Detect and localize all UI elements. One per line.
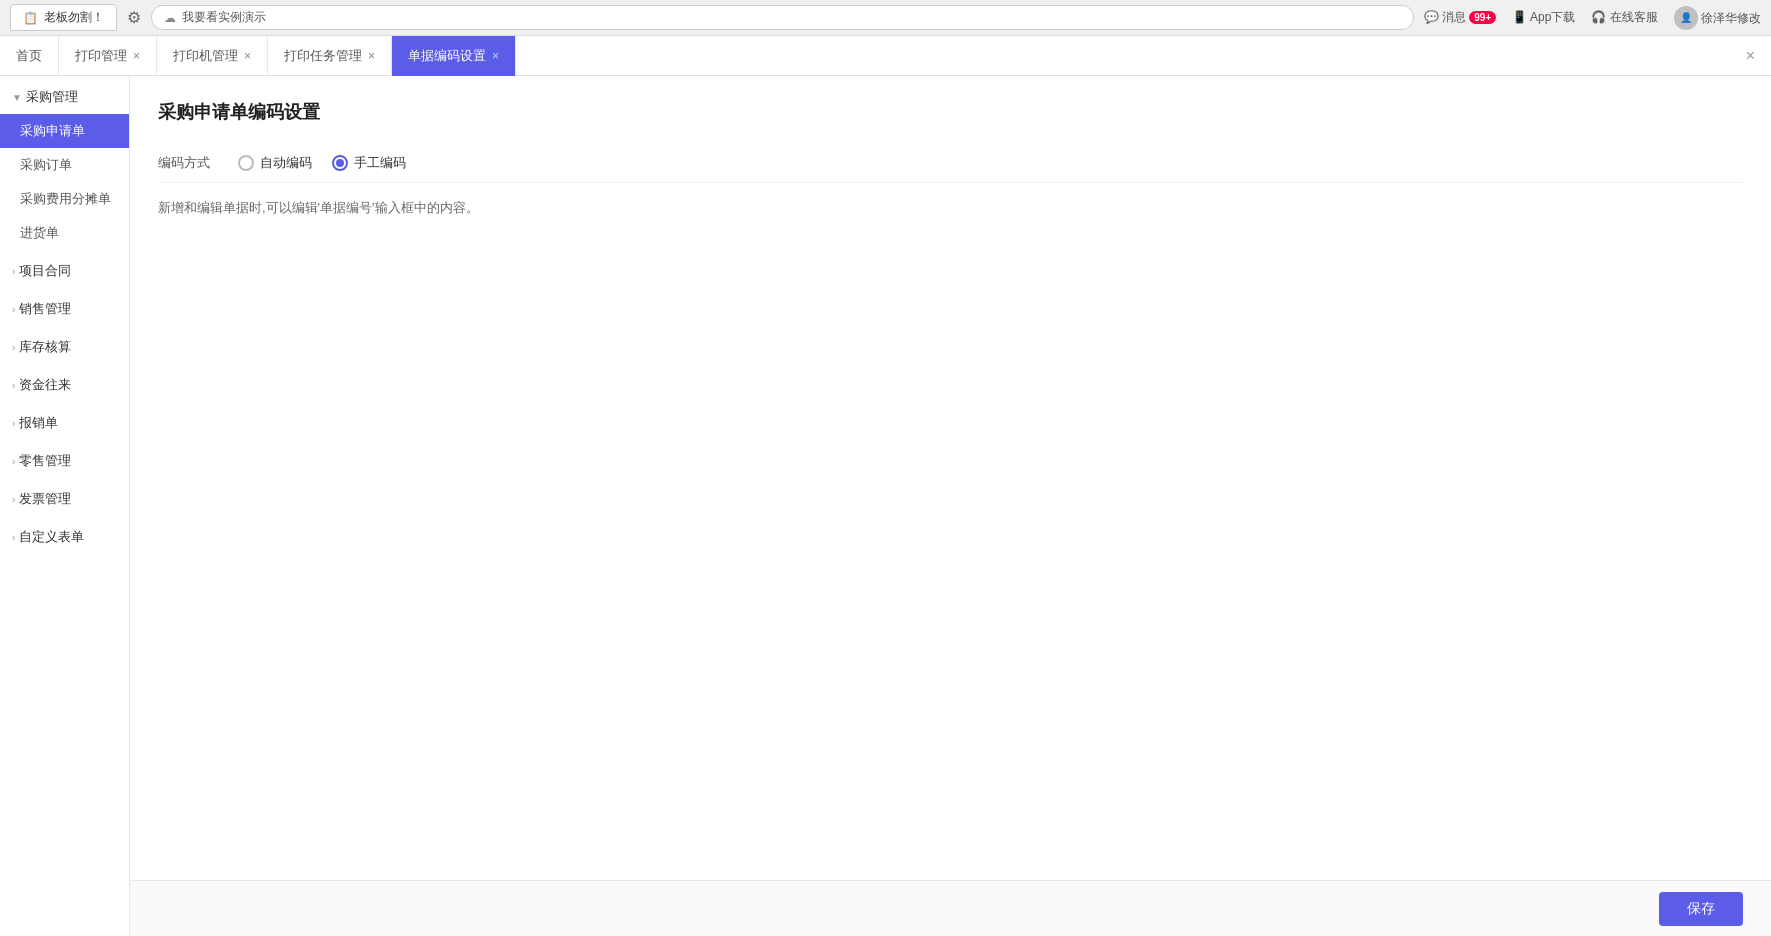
app-download-label: App下载 — [1530, 10, 1575, 24]
collapse-arrow-retail: › — [12, 456, 15, 467]
encoding-row: 编码方式 自动编码 手工编码 — [158, 144, 1743, 183]
tab-print-task-label: 打印任务管理 — [284, 47, 362, 65]
user-menu[interactable]: 👤 徐泽华修改 — [1674, 6, 1761, 30]
tab-print-mgmt[interactable]: 打印管理 × — [59, 36, 157, 76]
online-support-button[interactable]: 🎧 在线客服 — [1591, 9, 1657, 26]
sidebar-group-invoice-label: 发票管理 — [19, 490, 71, 508]
content-footer: 保存 — [130, 880, 1771, 936]
page-title: 采购申请单编码设置 — [158, 100, 1743, 124]
content-body: 采购申请单编码设置 编码方式 自动编码 手工编码 新增和编辑单据时,可以编辑'单… — [130, 76, 1771, 880]
tab-single-code-label: 单据编码设置 — [408, 47, 486, 65]
tab-title: 老板勿割！ — [44, 9, 104, 26]
sidebar-group-sales-label: 销售管理 — [19, 300, 71, 318]
address-bar[interactable]: ☁ 我要看实例演示 — [151, 5, 1414, 30]
sidebar-group-project-title[interactable]: › 项目合同 — [0, 254, 129, 288]
sidebar-group-purchase-title[interactable]: ▼ 采购管理 — [0, 80, 129, 114]
collapse-arrow-project: › — [12, 266, 15, 277]
messages-button[interactable]: 💬 消息 99+ — [1424, 9, 1497, 26]
sidebar-group-capital-label: 资金往来 — [19, 376, 71, 394]
sidebar-item-purchase-order[interactable]: 采购订单 — [0, 148, 129, 182]
radio-manual-circle — [332, 155, 348, 171]
sidebar-item-purchase-expense-label: 采购费用分摊单 — [20, 191, 111, 206]
sidebar-group-project: › 项目合同 — [0, 254, 129, 288]
radio-auto-encoding[interactable]: 自动编码 — [238, 154, 312, 172]
cloud-icon: ☁ — [164, 11, 176, 25]
tab-home[interactable]: 首页 — [0, 36, 59, 76]
save-button[interactable]: 保存 — [1659, 892, 1743, 926]
avatar: 👤 — [1674, 6, 1698, 30]
sidebar-group-purchase: ▼ 采购管理 采购申请单 采购订单 采购费用分摊单 进货单 — [0, 80, 129, 250]
hint-text: 新增和编辑单据时,可以编辑'单据编号'输入框中的内容。 — [158, 199, 1743, 217]
collapse-arrow-invoice: › — [12, 494, 15, 505]
sidebar-group-sales: › 销售管理 — [0, 292, 129, 326]
sidebar-group-sales-title[interactable]: › 销售管理 — [0, 292, 129, 326]
collapse-arrow-sales: › — [12, 304, 15, 315]
user-name: 徐泽华修改 — [1701, 10, 1761, 24]
sidebar: ▼ 采购管理 采购申请单 采购订单 采购费用分摊单 进货单 › 项目合同 — [0, 76, 130, 936]
radio-manual-encoding[interactable]: 手工编码 — [332, 154, 406, 172]
app-tabs: 首页 打印管理 × 打印机管理 × 打印任务管理 × 单据编码设置 × × — [0, 36, 1771, 76]
collapse-arrow-purchase: ▼ — [12, 92, 22, 103]
sidebar-group-capital: › 资金往来 — [0, 368, 129, 402]
sidebar-item-goods-receipt-label: 进货单 — [20, 225, 59, 240]
browser-bar: 📋 老板勿割！ ⚙ ☁ 我要看实例演示 💬 消息 99+ 📱 App下载 🎧 在… — [0, 0, 1771, 36]
sidebar-group-custom-forms-title[interactable]: › 自定义表单 — [0, 520, 129, 554]
radio-auto-label: 自动编码 — [260, 154, 312, 172]
sidebar-group-custom-forms-label: 自定义表单 — [19, 528, 84, 546]
sidebar-group-custom-forms: › 自定义表单 — [0, 520, 129, 554]
tab-home-label: 首页 — [16, 47, 42, 65]
close-print-mgmt[interactable]: × — [133, 49, 140, 63]
browser-right-controls: 💬 消息 99+ 📱 App下载 🎧 在线客服 👤 徐泽华修改 — [1424, 6, 1761, 30]
tab-printer-mgmt[interactable]: 打印机管理 × — [157, 36, 268, 76]
online-support-label: 在线客服 — [1610, 10, 1658, 24]
app-download-button[interactable]: 📱 App下载 — [1512, 9, 1575, 26]
tab-printer-mgmt-label: 打印机管理 — [173, 47, 238, 65]
tab-single-code[interactable]: 单据编码设置 × — [392, 36, 516, 76]
sidebar-group-invoice-title[interactable]: › 发票管理 — [0, 482, 129, 516]
content-area: 采购申请单编码设置 编码方式 自动编码 手工编码 新增和编辑单据时,可以编辑'单… — [130, 76, 1771, 936]
sidebar-group-inventory: › 库存核算 — [0, 330, 129, 364]
sidebar-item-purchase-request[interactable]: 采购申请单 — [0, 114, 129, 148]
sidebar-item-purchase-order-label: 采购订单 — [20, 157, 72, 172]
sidebar-group-retail-label: 零售管理 — [19, 452, 71, 470]
sidebar-item-goods-receipt[interactable]: 进货单 — [0, 216, 129, 250]
sidebar-group-inventory-label: 库存核算 — [19, 338, 71, 356]
sidebar-group-returns: › 报销单 — [0, 406, 129, 440]
radio-auto-circle — [238, 155, 254, 171]
tab-print-mgmt-label: 打印管理 — [75, 47, 127, 65]
sidebar-group-retail-title[interactable]: › 零售管理 — [0, 444, 129, 478]
encoding-label: 编码方式 — [158, 154, 218, 172]
collapse-arrow-returns: › — [12, 418, 15, 429]
close-printer-mgmt[interactable]: × — [244, 49, 251, 63]
messages-label: 消息 — [1442, 10, 1466, 24]
sidebar-group-invoice: › 发票管理 — [0, 482, 129, 516]
sidebar-group-project-label: 项目合同 — [19, 262, 71, 280]
tab-print-task[interactable]: 打印任务管理 × — [268, 36, 392, 76]
sidebar-group-returns-title[interactable]: › 报销单 — [0, 406, 129, 440]
close-print-task[interactable]: × — [368, 49, 375, 63]
settings-icon[interactable]: ⚙ — [127, 8, 141, 27]
main-layout: ▼ 采购管理 采购申请单 采购订单 采购费用分摊单 进货单 › 项目合同 — [0, 76, 1771, 936]
sidebar-group-purchase-label: 采购管理 — [26, 88, 78, 106]
messages-badge: 99+ — [1469, 11, 1496, 24]
browser-tab[interactable]: 📋 老板勿割！ — [10, 4, 117, 31]
tabs-close-all[interactable]: × — [1730, 47, 1771, 65]
collapse-arrow-inventory: › — [12, 342, 15, 353]
sidebar-item-purchase-expense[interactable]: 采购费用分摊单 — [0, 182, 129, 216]
sidebar-group-inventory-title[interactable]: › 库存核算 — [0, 330, 129, 364]
close-single-code[interactable]: × — [492, 49, 499, 63]
radio-manual-label: 手工编码 — [354, 154, 406, 172]
tab-favicon: 📋 — [23, 11, 38, 25]
sidebar-group-returns-label: 报销单 — [19, 414, 58, 432]
collapse-arrow-capital: › — [12, 380, 15, 391]
sidebar-group-retail: › 零售管理 — [0, 444, 129, 478]
address-text: 我要看实例演示 — [182, 9, 266, 26]
collapse-arrow-custom-forms: › — [12, 532, 15, 543]
sidebar-group-capital-title[interactable]: › 资金往来 — [0, 368, 129, 402]
sidebar-item-purchase-request-label: 采购申请单 — [20, 123, 85, 138]
